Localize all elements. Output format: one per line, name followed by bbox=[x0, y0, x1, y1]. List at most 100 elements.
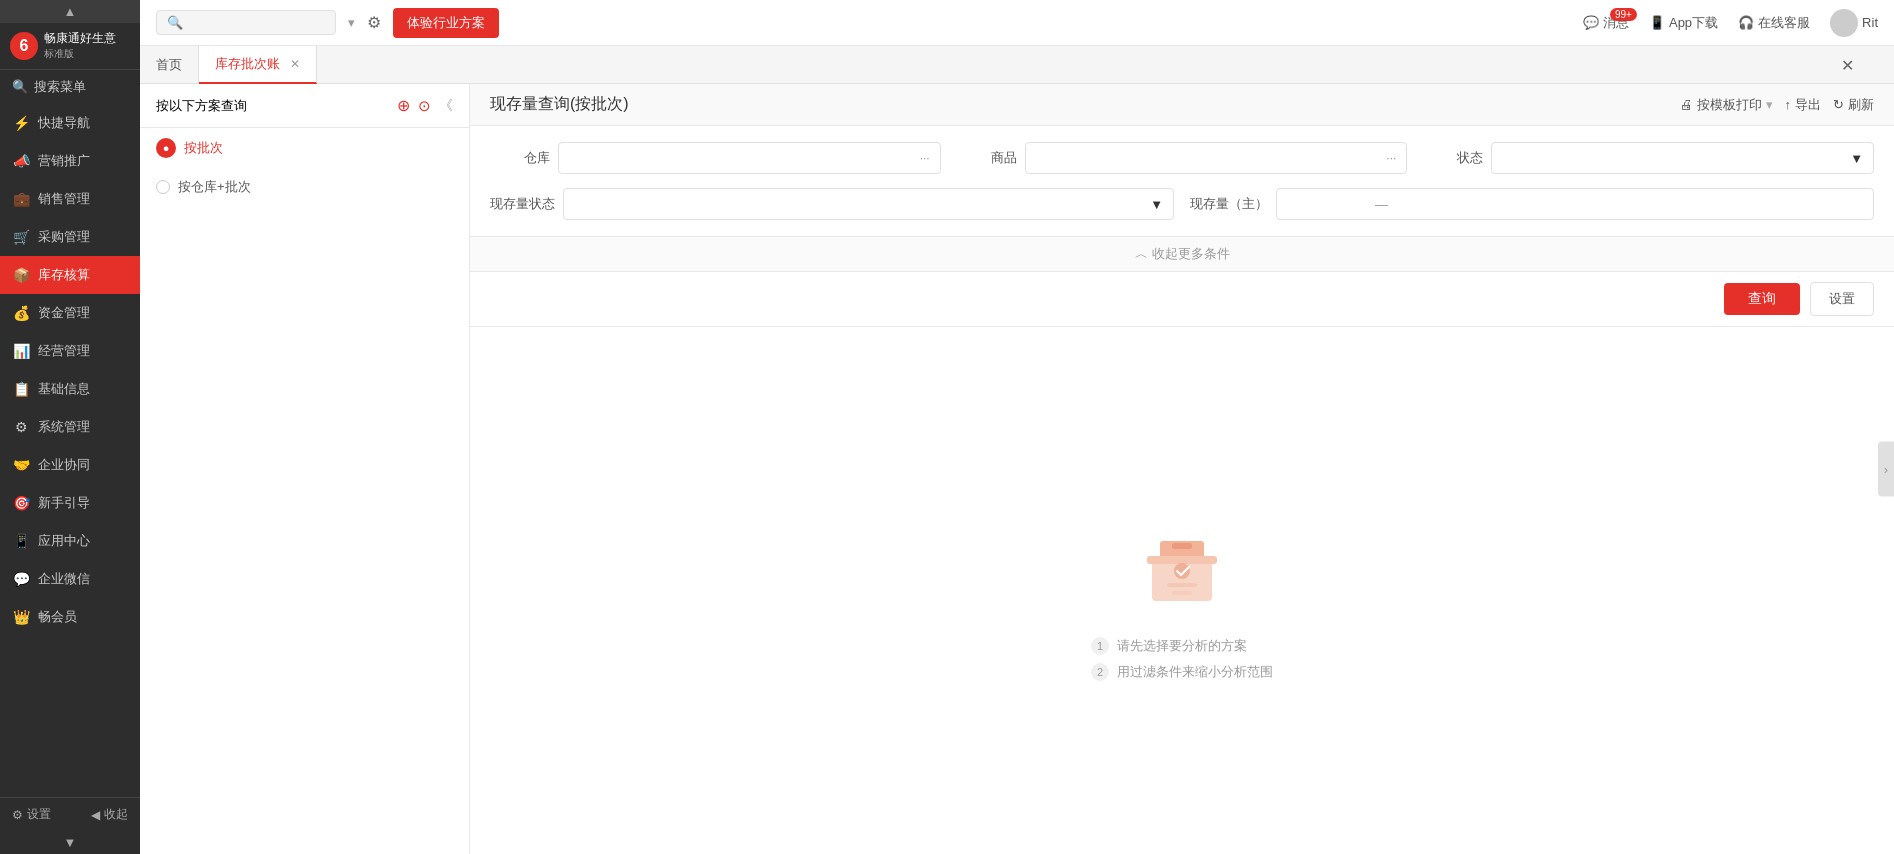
print-label: 按模板打印 bbox=[1697, 96, 1762, 114]
query-title-bar: 现存量查询(按批次) 🖨 按模板打印 ▾ ↑ 导出 ↻ bbox=[470, 84, 1894, 126]
sidebar-item-newbie[interactable]: 🎯 新手引导 bbox=[0, 484, 140, 522]
sidebar-item-system[interactable]: ⚙ 系统管理 bbox=[0, 408, 140, 446]
tab-home[interactable]: 首页 bbox=[140, 46, 199, 84]
print-dropdown-icon[interactable]: ▾ bbox=[1766, 97, 1773, 112]
message-btn[interactable]: 💬 消息 99+ bbox=[1583, 14, 1629, 32]
sidebar-item-apps[interactable]: 📱 应用中心 bbox=[0, 522, 140, 560]
app-download-icon: 📱 bbox=[1649, 15, 1665, 30]
filter-form: 仓库 ··· 商品 ··· bbox=[470, 126, 1894, 237]
stock-qty-max-input[interactable] bbox=[1396, 197, 1476, 212]
stock-status-field: 现存量状态 ▼ bbox=[490, 188, 1174, 220]
right-collapse-icon: › bbox=[1884, 462, 1888, 477]
warehouse-input[interactable]: ··· bbox=[558, 142, 941, 174]
filter-scheme-by-batch[interactable]: ● 按批次 bbox=[140, 128, 469, 168]
print-icon: 🖨 bbox=[1680, 97, 1693, 112]
empty-illustration bbox=[1122, 501, 1242, 621]
add-scheme-btn[interactable]: ⊕ bbox=[397, 96, 410, 115]
tab-label-home: 首页 bbox=[156, 56, 182, 74]
nav-icon-quick-nav: ⚡ bbox=[12, 114, 30, 132]
sidebar-item-operation[interactable]: 📊 经营管理 bbox=[0, 332, 140, 370]
header-search-input[interactable] bbox=[187, 16, 307, 30]
sidebar-scroll-up[interactable]: ▲ bbox=[0, 0, 140, 23]
export-btn[interactable]: ↑ 导出 bbox=[1785, 96, 1822, 114]
header-settings-btn[interactable]: ⚙ bbox=[367, 13, 381, 32]
scheme-radio-by-warehouse-batch bbox=[156, 180, 170, 194]
warehouse-more-btn[interactable]: ··· bbox=[920, 151, 930, 165]
sidebar-item-enterprise[interactable]: 🤝 企业协同 bbox=[0, 446, 140, 484]
status-dropdown-icon: ▼ bbox=[1850, 151, 1863, 166]
nav-icon-marketing: 📣 bbox=[12, 152, 30, 170]
nav-label-system: 系统管理 bbox=[38, 418, 90, 436]
filter-scheme-by-warehouse-batch[interactable]: 按仓库+批次 bbox=[140, 168, 469, 206]
sidebar-item-purchase[interactable]: 🛒 采购管理 bbox=[0, 218, 140, 256]
status-select[interactable]: ▼ bbox=[1491, 142, 1874, 174]
product-input[interactable]: ··· bbox=[1025, 142, 1408, 174]
query-btn[interactable]: 查询 bbox=[1724, 283, 1800, 315]
online-service-btn[interactable]: 🎧 在线客服 bbox=[1738, 14, 1810, 32]
nav-icon-wechat: 💬 bbox=[12, 570, 30, 588]
header-search-dropdown[interactable]: ▾ bbox=[348, 15, 355, 30]
nav-icon-newbie: 🎯 bbox=[12, 494, 30, 512]
chevron-up-icon: ︿ bbox=[1135, 245, 1148, 263]
right-collapse-tab[interactable]: › bbox=[1878, 442, 1894, 497]
trial-industry-btn[interactable]: 体验行业方案 bbox=[393, 8, 499, 38]
stock-qty-range[interactable]: — bbox=[1276, 188, 1874, 220]
sidebar-item-wechat[interactable]: 💬 企业微信 bbox=[0, 560, 140, 598]
svg-rect-5 bbox=[1167, 583, 1197, 587]
sidebar-item-sales[interactable]: 💼 销售管理 bbox=[0, 180, 140, 218]
tab-batch-account[interactable]: 库存批次账✕ bbox=[199, 46, 317, 84]
sidebar-item-basic[interactable]: 📋 基础信息 bbox=[0, 370, 140, 408]
company-name: 畅康通好生意 bbox=[44, 31, 116, 47]
settings-btn[interactable]: 设置 bbox=[1810, 282, 1874, 316]
search-menu-btn[interactable]: 🔍 搜索菜单 bbox=[0, 70, 140, 104]
header-search-box[interactable]: 🔍 bbox=[156, 10, 336, 35]
collapse-filter-panel-btn[interactable]: 《 bbox=[439, 97, 453, 115]
main-panel: 现存量查询(按批次) 🖨 按模板打印 ▾ ↑ 导出 ↻ bbox=[470, 84, 1894, 854]
main-area: 🔍 ▾ ⚙ 体验行业方案 💬 消息 99+ 📱 App下载 🎧 在线客服 bbox=[140, 0, 1894, 854]
collapse-sidebar-btn[interactable]: ◀ 收起 bbox=[91, 806, 128, 823]
panel-close-btn[interactable]: ✕ bbox=[1841, 55, 1854, 74]
stock-qty-label: 现存量（主） bbox=[1190, 195, 1268, 213]
sidebar: ▲ 6 畅康通好生意 标准版 🔍 搜索菜单 ⚡ 快捷导航 📣 营销推广 💼 销售… bbox=[0, 0, 140, 854]
refresh-btn[interactable]: ↻ 刷新 bbox=[1833, 96, 1874, 114]
stock-status-select[interactable]: ▼ bbox=[563, 188, 1174, 220]
stock-qty-field: 现存量（主） — bbox=[1190, 188, 1874, 220]
sidebar-item-marketing[interactable]: 📣 营销推广 bbox=[0, 142, 140, 180]
stock-qty-min-input[interactable] bbox=[1287, 197, 1367, 212]
sidebar-nav: ⚡ 快捷导航 📣 营销推广 💼 销售管理 🛒 采购管理 📦 库存核算 💰 资金管… bbox=[0, 104, 140, 797]
collapse-more-conditions[interactable]: ︿ 收起更多条件 bbox=[470, 237, 1894, 272]
scheme-settings-btn[interactable]: ⊙ bbox=[418, 97, 431, 115]
sidebar-scroll-down[interactable]: ▼ bbox=[0, 831, 140, 854]
filter-row-1: 仓库 ··· 商品 ··· bbox=[490, 142, 1874, 174]
sidebar-item-inventory[interactable]: 📦 库存核算 bbox=[0, 256, 140, 294]
search-icon: 🔍 bbox=[12, 79, 28, 94]
sidebar-item-quick-nav[interactable]: ⚡ 快捷导航 bbox=[0, 104, 140, 142]
title-actions: 🖨 按模板打印 ▾ ↑ 导出 ↻ 刷新 bbox=[1680, 96, 1875, 114]
headset-icon: 🎧 bbox=[1738, 15, 1754, 30]
nav-label-marketing: 营销推广 bbox=[38, 152, 90, 170]
settings-footer-btn[interactable]: ⚙ 设置 bbox=[12, 806, 51, 823]
sidebar-item-finance[interactable]: 💰 资金管理 bbox=[0, 294, 140, 332]
product-field: 商品 ··· bbox=[957, 142, 1408, 174]
app-download-btn[interactable]: 📱 App下载 bbox=[1649, 14, 1718, 32]
export-label: 导出 bbox=[1795, 96, 1821, 114]
print-btn[interactable]: 🖨 按模板打印 ▾ bbox=[1680, 96, 1773, 114]
filter-panel-title: 按以下方案查询 bbox=[156, 97, 247, 115]
nav-icon-purchase: 🛒 bbox=[12, 228, 30, 246]
user-profile-btn[interactable]: Rit bbox=[1830, 9, 1878, 37]
user-avatar bbox=[1830, 9, 1858, 37]
refresh-label: 刷新 bbox=[1848, 96, 1874, 114]
sidebar-item-member[interactable]: 👑 畅会员 bbox=[0, 598, 140, 636]
empty-step-1: 1 请先选择要分析的方案 bbox=[1091, 637, 1273, 655]
top-header: 🔍 ▾ ⚙ 体验行业方案 💬 消息 99+ 📱 App下载 🎧 在线客服 bbox=[140, 0, 1894, 46]
product-more-btn[interactable]: ··· bbox=[1386, 151, 1396, 165]
nav-icon-operation: 📊 bbox=[12, 342, 30, 360]
status-label: 状态 bbox=[1423, 149, 1483, 167]
scheme-icon-by-batch: ● bbox=[156, 138, 176, 158]
tab-close-batch-account[interactable]: ✕ bbox=[290, 57, 300, 71]
export-icon: ↑ bbox=[1785, 97, 1792, 112]
nav-label-sales: 销售管理 bbox=[38, 190, 90, 208]
header-right: 💬 消息 99+ 📱 App下载 🎧 在线客服 Rit bbox=[1583, 9, 1878, 37]
svg-rect-6 bbox=[1172, 591, 1192, 595]
online-service-label: 在线客服 bbox=[1758, 14, 1810, 32]
